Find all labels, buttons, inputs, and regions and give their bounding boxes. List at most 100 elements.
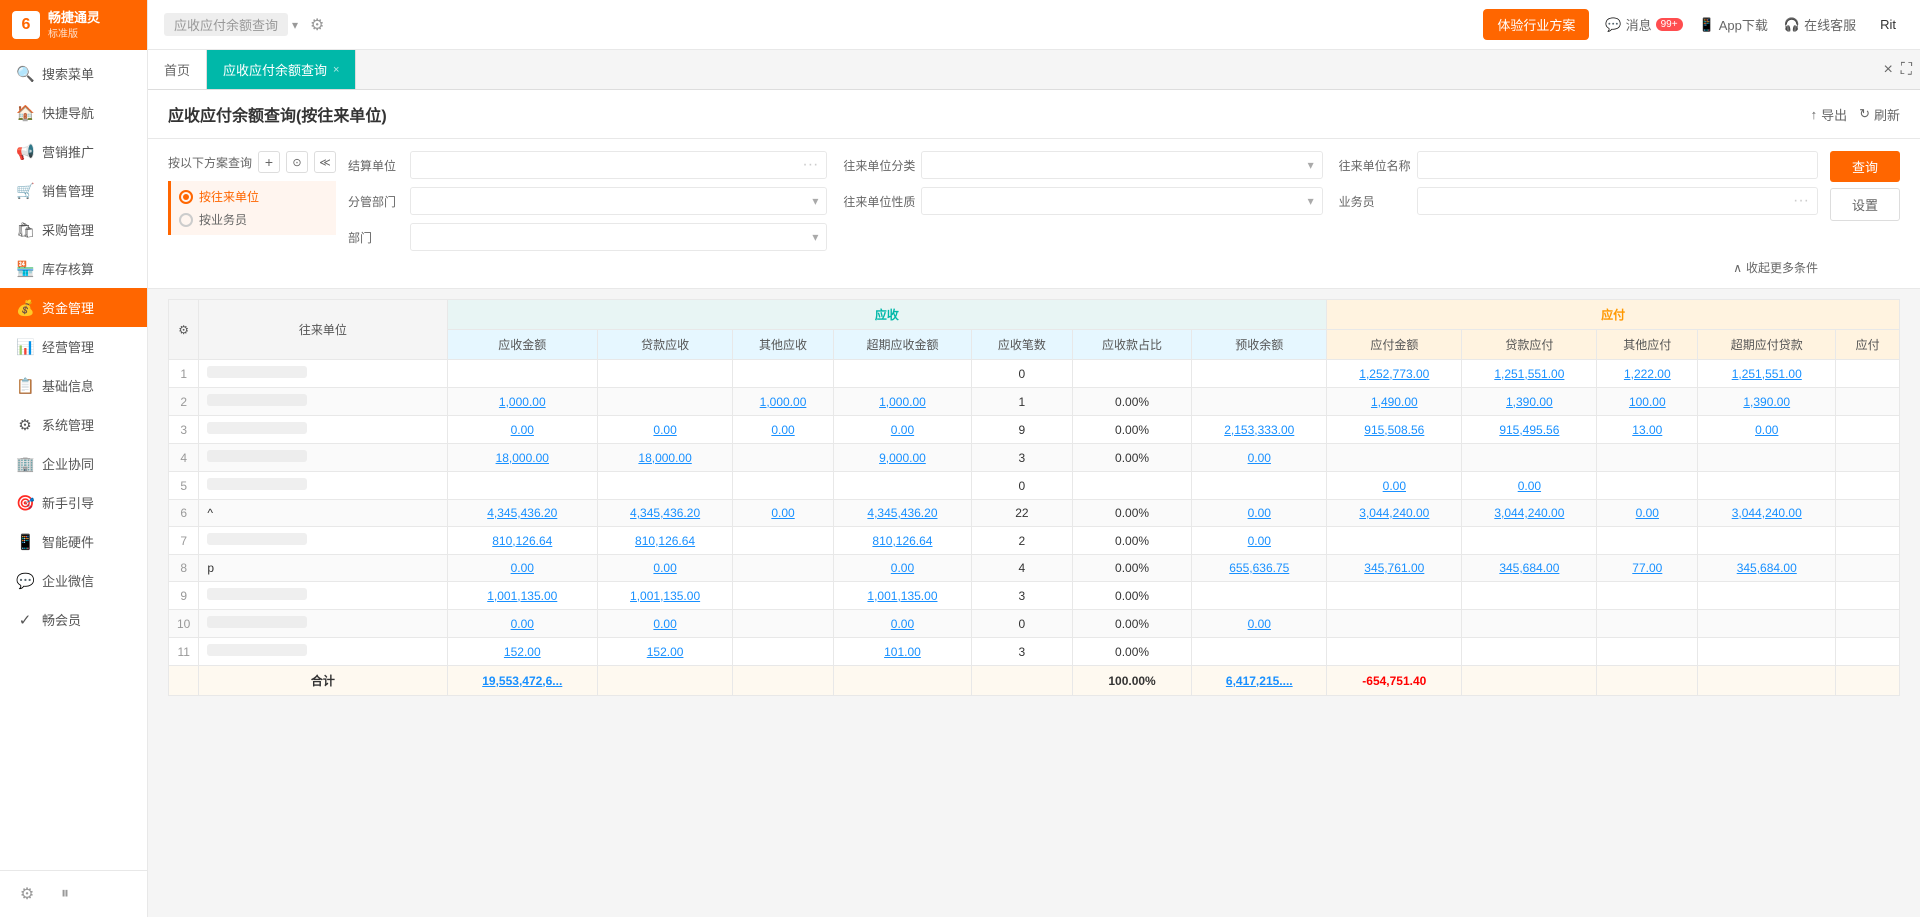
- sidebar: 6 畅捷通灵 标准版 🔍 搜索菜单 🏠 快捷导航 📢 营销推广 🛒 销售管理 🛍…: [0, 0, 148, 917]
- sidebar-item-quicknav[interactable]: 🏠 快捷导航: [0, 93, 147, 132]
- page-title: 应收应付余额查询(按往来单位): [168, 102, 387, 126]
- filter-salesperson: 业务员 ···: [1339, 187, 1818, 215]
- salesperson-dots-icon: ···: [1793, 192, 1809, 210]
- unit-name-input[interactable]: [1417, 151, 1818, 179]
- message-btn[interactable]: 💬 消息 99+: [1605, 15, 1682, 34]
- sidebar-item-sysadmin[interactable]: ⚙ 系统管理: [0, 405, 147, 444]
- dept-input[interactable]: ▾: [410, 223, 827, 251]
- app-icon: 📱: [1699, 17, 1715, 33]
- unit-nature-chevron-icon: ▾: [1308, 194, 1314, 208]
- table-row: 500.000.00: [169, 472, 1900, 500]
- query-btn[interactable]: 查询: [1830, 151, 1900, 182]
- sidebar-item-enterprise[interactable]: 🏢 企业协同: [0, 444, 147, 483]
- sidebar-item-marketing[interactable]: 📢 营销推广: [0, 132, 147, 171]
- table-row: 7810,126.64810,126.64810,126.6420.00%0.0…: [169, 527, 1900, 555]
- search-add-btn[interactable]: +: [258, 151, 280, 173]
- sidebar-item-hardware[interactable]: 📱 智能硬件: [0, 522, 147, 561]
- ap-col-other: 其他应付: [1597, 330, 1698, 360]
- search-prev-btn[interactable]: ≪: [314, 151, 336, 173]
- home-tab-label: 首页: [164, 60, 190, 79]
- wechat-icon: 💬: [16, 572, 34, 590]
- sidebar-item-purchase[interactable]: 🛍 采购管理: [0, 210, 147, 249]
- search-settings-btn[interactable]: ⊙: [286, 151, 308, 173]
- collapse-btn[interactable]: ∧ 收起更多条件: [1733, 259, 1818, 276]
- breadcrumb-chevron: ▾: [292, 18, 298, 32]
- settings-btn[interactable]: 设置: [1830, 188, 1900, 221]
- tab-arbalance[interactable]: 应收应付余额查询 ×: [207, 50, 356, 89]
- message-badge: 99+: [1656, 18, 1683, 31]
- capital-icon: 💰: [16, 299, 34, 317]
- ap-col-amount: 应付金额: [1327, 330, 1462, 360]
- sidebar-item-member[interactable]: ✓ 畅会员: [0, 600, 147, 639]
- inventory-icon: 🏪: [16, 260, 34, 278]
- guide-icon: 🎯: [16, 494, 34, 512]
- sidebar-item-basicinfo[interactable]: 📋 基础信息: [0, 366, 147, 405]
- topbar-actions: 体验行业方案 💬 消息 99+ 📱 App下载 🎧 在线客服 Rit: [1483, 9, 1904, 40]
- search-icon: 🔍: [16, 65, 34, 83]
- collapse-icon: ∧: [1733, 261, 1742, 275]
- sidebar-item-guide[interactable]: 🎯 新手引导: [0, 483, 147, 522]
- unit-nature-input[interactable]: ▾: [921, 187, 1322, 215]
- ar-col-prepay: 预收余额: [1192, 330, 1327, 360]
- sidebar-collapse-btn[interactable]: ⏸: [54, 883, 76, 905]
- home-icon: 🏠: [16, 104, 34, 122]
- dept-supervisor-input[interactable]: ▾: [410, 187, 827, 215]
- operation-icon: 📊: [16, 338, 34, 356]
- method-inactive-icon: [179, 213, 193, 227]
- table-area: ⚙ 往来单位 应收 应付 应收金额 贷款应收 其他应收 超期应收金额 应收笔数 …: [148, 289, 1920, 917]
- sidebar-item-inventory[interactable]: 🏪 库存核算: [0, 249, 147, 288]
- method-active-icon: [179, 190, 193, 204]
- message-icon: 💬: [1605, 17, 1621, 33]
- query-method-by-unit[interactable]: 按往来单位: [179, 185, 328, 208]
- ap-group-header: 应付: [1327, 300, 1900, 330]
- table-row: 418,000.0018,000.009,000.0030.00%0.00: [169, 444, 1900, 472]
- service-icon: 🎧: [1784, 17, 1800, 33]
- query-method-by-staff[interactable]: 按业务员: [179, 208, 328, 231]
- sidebar-item-search[interactable]: 🔍 搜索菜单: [0, 54, 147, 93]
- app-download-btn[interactable]: 📱 App下载: [1699, 15, 1768, 34]
- tab-expand-btn[interactable]: ⛶: [1901, 61, 1912, 79]
- ar-col-count: 应收笔数: [971, 330, 1072, 360]
- action-buttons: 查询 设置: [1830, 151, 1900, 221]
- table-row: 91,001,135.001,001,135.001,001,135.0030.…: [169, 582, 1900, 610]
- page-header-actions: ↑ 导出 ↻ 刷新: [1811, 105, 1900, 124]
- ap-col-loan: 贷款应付: [1462, 330, 1597, 360]
- table-row: 100.000.000.0000.00%0.00: [169, 610, 1900, 638]
- settlement-unit-input[interactable]: ···: [410, 151, 827, 179]
- sidebar-settings-btn[interactable]: ⚙: [16, 883, 38, 905]
- ar-group-header: 应收: [447, 300, 1327, 330]
- industry-solution-btn[interactable]: 体验行业方案: [1483, 9, 1589, 40]
- table-row: 6^4,345,436.204,345,436.200.004,345,436.…: [169, 500, 1900, 527]
- settlement-unit-dots-icon: ···: [802, 156, 818, 174]
- purchase-icon: 🛍: [16, 221, 34, 239]
- unit-col-header: 往来单位: [199, 300, 447, 360]
- ap-col-overdue: 超期应付贷款: [1698, 330, 1836, 360]
- sidebar-item-operation[interactable]: 📊 经营管理: [0, 327, 147, 366]
- logo-text: 畅捷通灵 标准版: [48, 10, 100, 41]
- sidebar-item-capital[interactable]: 💰 资金管理: [0, 288, 147, 327]
- refresh-icon: ↻: [1859, 106, 1870, 122]
- online-service-btn[interactable]: 🎧 在线客服: [1784, 15, 1856, 34]
- salesperson-input[interactable]: ···: [1417, 187, 1818, 215]
- refresh-btn[interactable]: ↻ 刷新: [1859, 105, 1900, 124]
- tab-bar-right: × ⛶: [1875, 50, 1920, 89]
- table-row: 30.000.000.000.0090.00%2,153,333.00915,5…: [169, 416, 1900, 444]
- table-row: 101,252,773.001,251,551.001,222.001,251,…: [169, 360, 1900, 388]
- breadcrumb: 应收应付余额查询 ▾ ⚙: [164, 13, 1471, 36]
- search-label: 按以下方案查询: [168, 154, 252, 171]
- export-btn[interactable]: ↑ 导出: [1811, 105, 1848, 124]
- sidebar-item-wechat[interactable]: 💬 企业微信: [0, 561, 147, 600]
- total-row: 合计 19,553,472,6... 100.00% 6,417,215....…: [169, 666, 1900, 696]
- ar-col-other: 其他应收: [733, 330, 834, 360]
- tab-home[interactable]: 首页: [148, 50, 207, 89]
- table-row: 11152.00152.00101.0030.00%: [169, 638, 1900, 666]
- filter-fields: 结算单位 ··· 往来单位分类 ▾ 往来单位名称: [348, 151, 1818, 276]
- tab-close-icon[interactable]: ×: [333, 64, 339, 76]
- topbar-settings-btn[interactable]: ⚙: [310, 15, 324, 35]
- search-area: 按以下方案查询 + ⊙ ≪ 按往来单位 按业务员: [148, 139, 1920, 289]
- sidebar-item-sales[interactable]: 🛒 销售管理: [0, 171, 147, 210]
- tab-close-all-btn[interactable]: ×: [1883, 61, 1892, 79]
- dept-supervisor-chevron-icon: ▾: [812, 194, 818, 208]
- unit-category-input[interactable]: ▾: [921, 151, 1322, 179]
- filter-dept: 部门 ▾: [348, 223, 827, 251]
